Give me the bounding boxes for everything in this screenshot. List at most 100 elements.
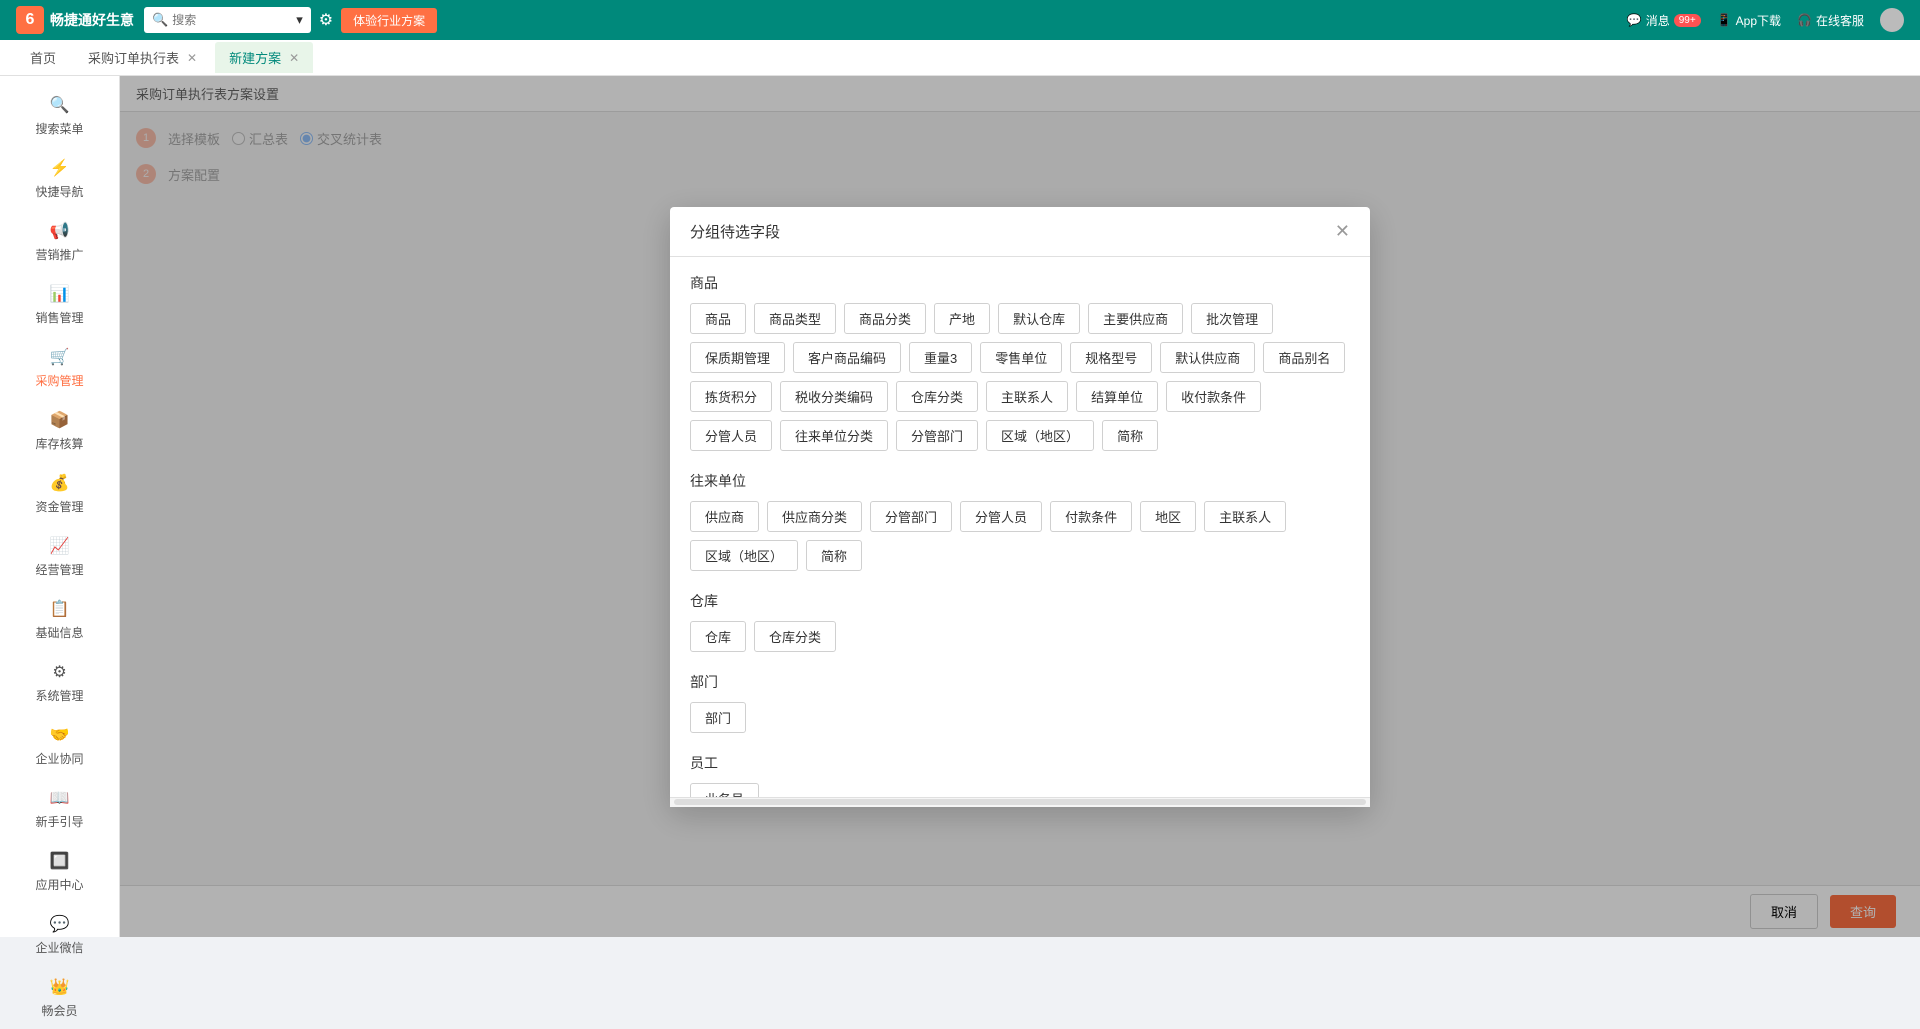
field-tag[interactable]: 结算单位 bbox=[1076, 381, 1158, 412]
purchase-icon: 🛒 bbox=[49, 346, 71, 368]
dialog-body[interactable]: 商品 商品 商品类型 商品分类 产地 默认仓库 主要供应商 批次管理 保质期管理… bbox=[670, 257, 1370, 797]
field-tag[interactable]: 商品类型 bbox=[754, 303, 836, 334]
settings-icon[interactable]: ⚙ bbox=[319, 10, 333, 30]
dialog-close-button[interactable]: ✕ bbox=[1335, 221, 1350, 242]
section-employee-fields: 业务员 bbox=[690, 783, 1350, 797]
field-tag[interactable]: 分管部门 bbox=[870, 501, 952, 532]
nav-search-box[interactable]: 🔍 ▾ bbox=[144, 7, 311, 33]
field-tag[interactable]: 简称 bbox=[1102, 420, 1158, 451]
app-download-item[interactable]: 📱 App下载 bbox=[1717, 12, 1781, 29]
section-product-fields: 商品 商品类型 商品分类 产地 默认仓库 主要供应商 批次管理 保质期管理 客户… bbox=[690, 303, 1350, 451]
field-tag[interactable]: 产地 bbox=[934, 303, 990, 334]
guide-icon: 📖 bbox=[49, 787, 71, 809]
finance-icon: 💰 bbox=[49, 472, 71, 494]
field-tag[interactable]: 往来单位分类 bbox=[780, 420, 888, 451]
sidebar-item-quick-nav[interactable]: ⚡ 快捷导航 bbox=[0, 147, 119, 210]
sidebar-item-search[interactable]: 🔍 搜索菜单 bbox=[0, 84, 119, 147]
sidebar-item-system[interactable]: ⚙ 系统管理 bbox=[0, 651, 119, 714]
section-partner-title: 往来单位 bbox=[690, 471, 1350, 491]
sidebar-item-wechat[interactable]: 💬 企业微信 bbox=[0, 903, 119, 966]
field-tag[interactable]: 默认仓库 bbox=[998, 303, 1080, 334]
operations-icon: 📈 bbox=[49, 535, 71, 557]
field-tag[interactable]: 业务员 bbox=[690, 783, 759, 797]
sidebar-item-member[interactable]: 👑 畅会员 bbox=[0, 966, 119, 1029]
field-tag[interactable]: 批次管理 bbox=[1191, 303, 1273, 334]
section-employee-title: 员工 bbox=[690, 753, 1350, 773]
field-tag[interactable]: 主联系人 bbox=[1204, 501, 1286, 532]
section-warehouse-fields: 仓库 仓库分类 bbox=[690, 621, 1350, 652]
field-tag[interactable]: 区域（地区） bbox=[986, 420, 1094, 451]
sidebar-item-sales[interactable]: 📊 销售管理 bbox=[0, 273, 119, 336]
sidebar-item-operations[interactable]: 📈 经营管理 bbox=[0, 525, 119, 588]
field-tag[interactable]: 保质期管理 bbox=[690, 342, 785, 373]
section-department: 部门 部门 bbox=[690, 672, 1350, 733]
logo: 6 畅捷通好生意 bbox=[16, 6, 136, 34]
sidebar-item-finance[interactable]: 💰 资金管理 bbox=[0, 462, 119, 525]
field-tag[interactable]: 默认供应商 bbox=[1160, 342, 1255, 373]
field-tag[interactable]: 主要供应商 bbox=[1088, 303, 1183, 334]
field-tag[interactable]: 部门 bbox=[690, 702, 746, 733]
content-area: 采购订单执行表方案设置 1 选择模板 汇总表 交叉统计表 2 方案配置 bbox=[120, 76, 1920, 937]
field-selection-dialog: 分组待选字段 ✕ 商品 商品 商品类型 商品分类 产地 默认仓库 bbox=[670, 207, 1370, 807]
dialog-hscroll[interactable] bbox=[670, 797, 1370, 807]
field-tag[interactable]: 拣货积分 bbox=[690, 381, 772, 412]
field-tag[interactable]: 仓库分类 bbox=[754, 621, 836, 652]
system-icon: ⚙ bbox=[49, 661, 71, 683]
top-nav: 6 畅捷通好生意 🔍 ▾ ⚙ 体验行业方案 💬 消息 99+ 📱 App下载 🎧… bbox=[0, 0, 1920, 40]
sidebar-item-basic[interactable]: 📋 基础信息 bbox=[0, 588, 119, 651]
service-icon: 🎧 bbox=[1797, 13, 1812, 27]
search-icon: 🔍 bbox=[152, 12, 168, 28]
sidebar-item-cooperation[interactable]: 🤝 企业协同 bbox=[0, 714, 119, 777]
tab-new-plan[interactable]: 新建方案 ✕ bbox=[215, 42, 313, 73]
field-tag[interactable]: 收付款条件 bbox=[1166, 381, 1261, 412]
field-tag[interactable]: 区域（地区） bbox=[690, 540, 798, 571]
sidebar-item-purchase[interactable]: 🛒 采购管理 bbox=[0, 336, 119, 399]
field-tag[interactable]: 简称 bbox=[806, 540, 862, 571]
online-service-item[interactable]: 🎧 在线客服 bbox=[1797, 12, 1864, 29]
field-tag[interactable]: 仓库 bbox=[690, 621, 746, 652]
sidebar-item-guide[interactable]: 📖 新手引导 bbox=[0, 777, 119, 840]
cooperation-icon: 🤝 bbox=[49, 724, 71, 746]
tab-close-purchase[interactable]: ✕ bbox=[187, 51, 197, 65]
marketing-icon: 📢 bbox=[49, 220, 71, 242]
field-tag[interactable]: 税收分类编码 bbox=[780, 381, 888, 412]
field-tag[interactable]: 分管人员 bbox=[690, 420, 772, 451]
section-employee: 员工 业务员 bbox=[690, 753, 1350, 797]
sidebar-item-app-center[interactable]: 🔲 应用中心 bbox=[0, 840, 119, 903]
field-tag[interactable]: 商品分类 bbox=[844, 303, 926, 334]
sidebar-item-inventory[interactable]: 📦 库存核算 bbox=[0, 399, 119, 462]
field-tag[interactable]: 供应商 bbox=[690, 501, 759, 532]
field-tag[interactable]: 客户商品编码 bbox=[793, 342, 901, 373]
user-avatar[interactable] bbox=[1880, 8, 1904, 32]
field-tag[interactable]: 商品 bbox=[690, 303, 746, 334]
section-department-title: 部门 bbox=[690, 672, 1350, 692]
field-tag[interactable]: 规格型号 bbox=[1070, 342, 1152, 373]
field-tag[interactable]: 仓库分类 bbox=[896, 381, 978, 412]
field-tag[interactable]: 付款条件 bbox=[1050, 501, 1132, 532]
tab-purchase-list[interactable]: 采购订单执行表 ✕ bbox=[74, 42, 211, 73]
message-icon: 💬 bbox=[1627, 13, 1642, 27]
message-badge: 99+ bbox=[1674, 14, 1701, 27]
tab-home[interactable]: 首页 bbox=[16, 42, 70, 73]
message-item[interactable]: 💬 消息 99+ bbox=[1627, 12, 1701, 29]
sidebar-item-marketing[interactable]: 📢 营销推广 bbox=[0, 210, 119, 273]
hscroll-thumb bbox=[674, 799, 1366, 805]
field-tag[interactable]: 供应商分类 bbox=[767, 501, 862, 532]
field-tag[interactable]: 主联系人 bbox=[986, 381, 1068, 412]
section-product: 商品 商品 商品类型 商品分类 产地 默认仓库 主要供应商 批次管理 保质期管理… bbox=[690, 273, 1350, 451]
field-tag[interactable]: 分管部门 bbox=[896, 420, 978, 451]
field-tag[interactable]: 重量3 bbox=[909, 342, 972, 373]
search-input[interactable] bbox=[172, 13, 292, 27]
field-tag[interactable]: 商品别名 bbox=[1263, 342, 1345, 373]
basic-icon: 📋 bbox=[49, 598, 71, 620]
section-department-fields: 部门 bbox=[690, 702, 1350, 733]
inventory-icon: 📦 bbox=[49, 409, 71, 431]
avatar-icon bbox=[1880, 8, 1904, 32]
tab-close-new-plan[interactable]: ✕ bbox=[289, 51, 299, 65]
field-tag[interactable]: 零售单位 bbox=[980, 342, 1062, 373]
experience-btn[interactable]: 体验行业方案 bbox=[341, 8, 437, 33]
field-tag[interactable]: 地区 bbox=[1140, 501, 1196, 532]
field-tag[interactable]: 分管人员 bbox=[960, 501, 1042, 532]
dropdown-icon: ▾ bbox=[296, 12, 303, 28]
nav-right: 💬 消息 99+ 📱 App下载 🎧 在线客服 bbox=[1627, 8, 1904, 32]
